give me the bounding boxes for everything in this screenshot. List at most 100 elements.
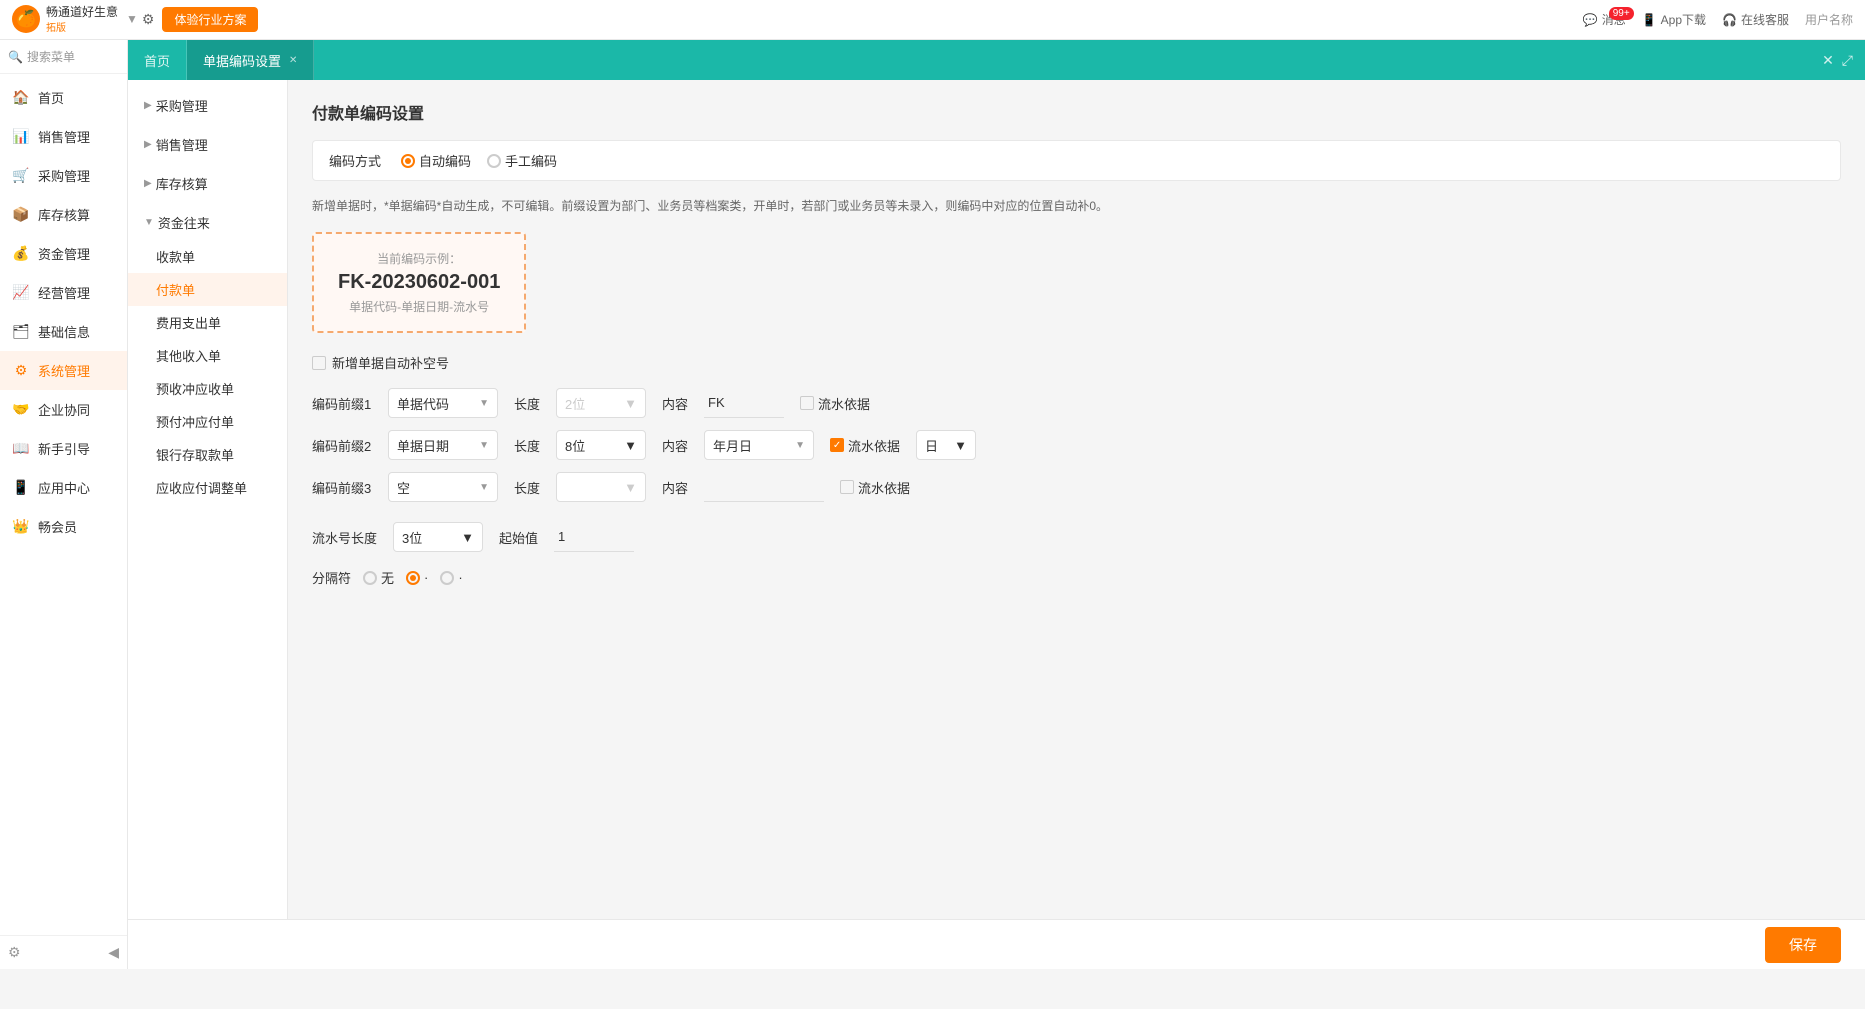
sep-dot-dot <box>406 571 420 585</box>
sidebar-item-operations-label: 经营管理 <box>38 283 90 302</box>
online-service-button[interactable]: 🎧 在线客服 <box>1722 11 1789 28</box>
sales-icon: 📊 <box>12 128 30 146</box>
watermark2-label: 流水依据 <box>848 436 900 455</box>
length2-select[interactable]: 8位 ▼ <box>556 430 646 460</box>
sidebar-item-partner[interactable]: 🤝 企业协同 <box>0 390 127 429</box>
sidebar-item-member[interactable]: 👑 畅会员 <box>0 507 127 546</box>
sub-menu-purchase[interactable]: ▶ 采购管理 <box>128 88 287 123</box>
watermark3-checkbox[interactable] <box>840 480 854 494</box>
watermark1-checkbox[interactable] <box>800 396 814 410</box>
prefix2-select[interactable]: 单据日期 ▼ <box>388 430 498 460</box>
basic-icon: 🗂 <box>12 323 30 341</box>
tab-encoding[interactable]: 单据编码设置 ✕ <box>187 40 314 80</box>
prefix1-arrow-icon: ▼ <box>479 398 489 409</box>
prefix3-select[interactable]: 空 ▼ <box>388 472 498 502</box>
sidebar-item-system[interactable]: ⚙ 系统管理 <box>0 351 127 390</box>
start-value-input[interactable] <box>554 522 634 552</box>
sub-menu-sales[interactable]: ▶ 销售管理 <box>128 127 287 162</box>
trial-button[interactable]: 体验行业方案 <box>162 7 258 32</box>
tab-home[interactable]: 首页 <box>128 40 187 80</box>
sidebar-item-basic-label: 基础信息 <box>38 322 90 341</box>
sidebar-item-finance[interactable]: 💰 资金管理 <box>0 234 127 273</box>
sidebar-item-member-label: 畅会员 <box>38 517 77 536</box>
auto-fill-checkbox[interactable] <box>312 356 326 370</box>
user-info[interactable]: 用户名称 <box>1805 11 1853 28</box>
topbar-right: 💬 消息 99+ 📱 App下载 🎧 在线客服 用户名称 <box>1583 11 1853 28</box>
watermark1-check: 流水依据 <box>800 394 870 413</box>
day-arrow-icon: ▼ <box>954 438 967 453</box>
length3-select[interactable]: ▼ <box>556 472 646 502</box>
prefix3-arrow-icon: ▼ <box>479 482 489 493</box>
sidebar-item-sales[interactable]: 📊 销售管理 <box>0 117 127 156</box>
day-select[interactable]: 日 ▼ <box>916 430 976 460</box>
auto-code-radio[interactable]: 自动编码 <box>401 151 471 170</box>
content3-label: 内容 <box>662 478 688 497</box>
tab-close-icon[interactable]: ✕ <box>289 55 297 66</box>
sidebar-item-operations[interactable]: 📈 经营管理 <box>0 273 127 312</box>
sidebar-item-home[interactable]: 🏠 首页 <box>0 78 127 117</box>
length1-select[interactable]: 2位 ▼ <box>556 388 646 418</box>
watermark1-label: 流水依据 <box>818 394 870 413</box>
watermark2-check: ✓ 流水依据 <box>830 436 900 455</box>
settings-bottom-icon[interactable]: ⚙ <box>8 944 21 961</box>
sidebar-search-label: 搜索菜单 <box>27 48 75 65</box>
content2-select[interactable]: 年月日 ▼ <box>704 430 814 460</box>
service-label: 在线客服 <box>1741 11 1789 28</box>
auto-code-dot <box>401 154 415 168</box>
sub-menu-other-income[interactable]: 其他收入单 <box>128 339 287 372</box>
content2-value: 年月日 <box>713 436 752 455</box>
tab-expand-icon[interactable]: ⤢ <box>1842 52 1853 69</box>
sub-menu-prepay-receivable[interactable]: 预收冲应收单 <box>128 372 287 405</box>
sidebar-item-purchase[interactable]: 🛒 采购管理 <box>0 156 127 195</box>
sub-menu-bank-deposit[interactable]: 银行存取款单 <box>128 438 287 471</box>
manual-code-dot <box>487 154 501 168</box>
save-button[interactable]: 保存 <box>1765 927 1841 963</box>
length3-arrow-icon: ▼ <box>624 480 637 495</box>
prefix1-select[interactable]: 单据代码 ▼ <box>388 388 498 418</box>
collapse-icon[interactable]: ◀ <box>108 944 119 961</box>
length2-value: 8位 <box>565 436 585 455</box>
tab-home-label: 首页 <box>144 51 170 70</box>
watermark2-checkbox[interactable]: ✓ <box>830 438 844 452</box>
radio-group: 自动编码 手工编码 <box>401 151 557 170</box>
message-button[interactable]: 💬 消息 99+ <box>1583 11 1626 28</box>
system-icon: ⚙ <box>12 362 30 380</box>
sidebar-item-guide[interactable]: 📖 新手引导 <box>0 429 127 468</box>
brand-text: 畅通道好生意 拓版 <box>46 5 118 34</box>
sub-menu-purchase-label: 采购管理 <box>156 96 208 115</box>
serial-length-select[interactable]: 3位 ▼ <box>393 522 483 552</box>
sub-menu-prepay-payable[interactable]: 预付冲应付单 <box>128 405 287 438</box>
content1-input[interactable] <box>704 388 784 418</box>
topbar-nav[interactable]: ▼ ⚙ <box>126 11 154 28</box>
content3-input[interactable] <box>704 472 824 502</box>
info-text: 新增单据时，*单据编码*自动生成，不可编辑。前缀设置为部门、业务员等档案类，开单… <box>312 197 1841 216</box>
sep-none-option[interactable]: 无 <box>363 568 394 587</box>
sub-menu-inventory[interactable]: ▶ 库存核算 <box>128 166 287 201</box>
auto-fill-row: 新增单据自动补空号 <box>312 353 1841 372</box>
sub-menu-fund[interactable]: ▼ 资金往来 <box>128 205 287 240</box>
preview-desc: 单据代码-单据日期-流水号 <box>338 298 500 315</box>
sidebar-item-apps[interactable]: 📱 应用中心 <box>0 468 127 507</box>
sep-dash-option[interactable]: · <box>440 570 462 585</box>
separator-options: 无 · · <box>363 568 463 587</box>
settings-gear-icon[interactable]: ⚙ <box>142 11 155 28</box>
content-area: ▶ 采购管理 ▶ 销售管理 ▶ 库存核算 ▼ 资金往来 <box>128 80 1865 969</box>
app-download-button[interactable]: 📱 App下载 <box>1642 11 1706 28</box>
sidebar-item-inventory[interactable]: 📦 库存核算 <box>0 195 127 234</box>
sidebar-item-inventory-label: 库存核算 <box>38 205 90 224</box>
encoding-method-label: 编码方式 <box>329 151 381 170</box>
prefix3-value: 空 <box>397 478 410 497</box>
manual-code-radio[interactable]: 手工编码 <box>487 151 557 170</box>
sub-menu-receipt[interactable]: 收款单 <box>128 240 287 273</box>
sidebar-search[interactable]: 🔍 搜索菜单 <box>0 40 127 74</box>
nav-arrow-icon[interactable]: ▼ <box>126 12 138 26</box>
sep-dash-label: · <box>458 570 462 585</box>
sub-menu-expense[interactable]: 费用支出单 <box>128 306 287 339</box>
sep-dot-option[interactable]: · <box>406 570 428 585</box>
sub-menu-ap-adjust[interactable]: 应收应付调整单 <box>128 471 287 504</box>
sub-menu-fund-group: ▼ 资金往来 收款单 付款单 费用支出单 其他收入单 预收冲应收单 预付冲应付单… <box>128 205 287 504</box>
sub-menu-payment[interactable]: 付款单 <box>128 273 287 306</box>
operations-icon: 📈 <box>12 284 30 302</box>
sidebar-item-basic[interactable]: 🗂 基础信息 <box>0 312 127 351</box>
tab-close-all-icon[interactable]: ✕ <box>1822 52 1834 69</box>
